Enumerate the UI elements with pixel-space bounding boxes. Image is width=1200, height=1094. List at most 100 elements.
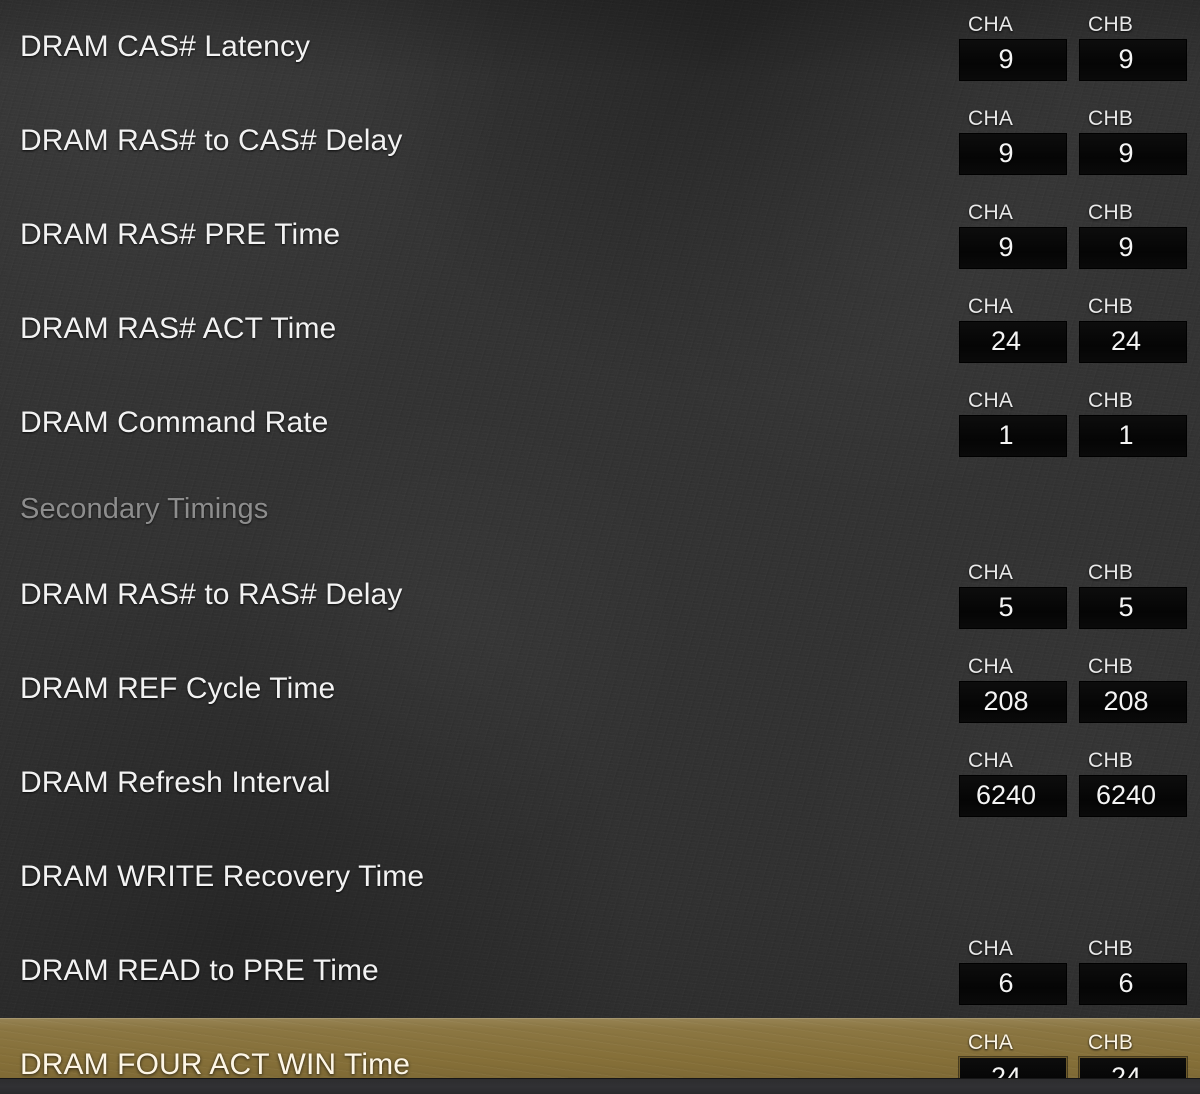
channel-a-group: CHA 208	[959, 656, 1067, 723]
channel-values: CHA 208 CHB 208	[959, 642, 1187, 736]
channel-b-label: CHB	[1088, 748, 1134, 772]
channel-values: CHA 24 CHB 24	[959, 282, 1187, 376]
channel-a-label: CHA	[968, 12, 1014, 36]
channel-a-label: CHA	[968, 936, 1014, 960]
channel-b-value-field[interactable]: 5	[1079, 586, 1187, 629]
timing-row-dram-read-to-pre-time[interactable]: DRAM READ to PRE Time CHA 6 CHB 6	[0, 924, 1200, 1018]
timing-row-dram-ras-act-time[interactable]: DRAM RAS# ACT Time CHA 24 CHB 24	[0, 282, 1200, 376]
channel-b-group: CHB 9	[1079, 108, 1187, 175]
channel-b-group: CHB 24	[1079, 296, 1187, 363]
channel-a-value: 1	[998, 420, 1014, 450]
channel-a-group: CHA 1	[959, 390, 1067, 457]
channel-a-value: 9	[998, 138, 1014, 168]
channel-a-value: 6	[998, 968, 1014, 998]
channel-b-group: CHB 9	[1079, 202, 1187, 269]
channel-b-label: CHB	[1088, 936, 1134, 960]
channel-values: CHA 9 CHB 9	[959, 94, 1187, 188]
channel-b-label: CHB	[1088, 200, 1134, 224]
timing-row-label: DRAM FOUR ACT WIN Time	[20, 1048, 410, 1081]
channel-a-label: CHA	[968, 388, 1014, 412]
channel-b-group: CHB 208	[1079, 656, 1187, 723]
channel-a-value: 5	[998, 592, 1014, 622]
channel-a-value-field[interactable]: 9	[959, 226, 1067, 269]
timing-row-label: DRAM Command Rate	[20, 406, 329, 439]
channel-values: CHA 9 CHB 9	[959, 188, 1187, 282]
channel-b-value: 208	[1103, 686, 1149, 716]
channel-a-label: CHA	[968, 200, 1014, 224]
channel-a-label: CHA	[968, 654, 1014, 678]
channel-b-group: CHB 9	[1079, 14, 1187, 81]
channel-b-label: CHB	[1088, 12, 1134, 36]
timing-row-dram-ref-cycle-time[interactable]: DRAM REF Cycle Time CHA 208 CHB 208	[0, 642, 1200, 736]
channel-a-value-field[interactable]: 5	[959, 586, 1067, 629]
channel-b-group: CHB 5	[1079, 562, 1187, 629]
channel-b-value-field[interactable]: 9	[1079, 38, 1187, 81]
timing-row-dram-refresh-interval[interactable]: DRAM Refresh Interval CHA 6240 CHB 6240	[0, 736, 1200, 830]
channel-values: CHA 6 CHB 6	[959, 924, 1187, 1018]
channel-values: CHA 5 CHB 5	[959, 548, 1187, 642]
channel-b-label: CHB	[1088, 560, 1134, 584]
channel-b-value-field[interactable]: 6	[1079, 962, 1187, 1005]
channel-a-label: CHA	[968, 560, 1014, 584]
channel-b-label: CHB	[1088, 654, 1134, 678]
channel-b-value: 6240	[1095, 780, 1157, 810]
timing-row-dram-ras-to-ras-delay[interactable]: DRAM RAS# to RAS# Delay CHA 5 CHB 5	[0, 548, 1200, 642]
timing-row-label: DRAM RAS# to RAS# Delay	[20, 578, 403, 611]
channel-b-label: CHB	[1088, 294, 1134, 318]
channel-b-value-field[interactable]: 208	[1079, 680, 1187, 723]
channel-a-value-field[interactable]: 9	[959, 38, 1067, 81]
timing-row-dram-write-recovery-time[interactable]: DRAM WRITE Recovery Time	[0, 830, 1200, 924]
panel-bottom-strip	[0, 1078, 1200, 1094]
channel-a-group: CHA 5	[959, 562, 1067, 629]
channel-b-label: CHB	[1088, 106, 1134, 130]
timing-row-dram-ras-pre-time[interactable]: DRAM RAS# PRE Time CHA 9 CHB 9	[0, 188, 1200, 282]
channel-a-value-field[interactable]: 6240	[959, 774, 1067, 817]
channel-b-label: CHB	[1088, 1030, 1134, 1054]
channel-a-group: CHA 9	[959, 202, 1067, 269]
timing-row-label: DRAM RAS# ACT Time	[20, 312, 337, 345]
channel-a-value: 6240	[975, 780, 1037, 810]
channel-a-value-field[interactable]: 1	[959, 414, 1067, 457]
timing-row-label: DRAM Refresh Interval	[20, 766, 331, 799]
channel-a-label: CHA	[968, 1030, 1014, 1054]
channel-b-value: 24	[1110, 326, 1142, 356]
channel-a-group: CHA 6	[959, 938, 1067, 1005]
channel-a-group: CHA 9	[959, 14, 1067, 81]
dram-timing-panel: DRAM CAS# Latency CHA 9 CHB 9 DRAM RAS# to CA…	[0, 0, 1200, 1094]
channel-b-value: 1	[1118, 420, 1134, 450]
channel-values: CHA 9 CHB 9	[959, 0, 1187, 94]
timing-row-label: DRAM READ to PRE Time	[20, 954, 379, 987]
channel-b-group: CHB 1	[1079, 390, 1187, 457]
channel-a-label: CHA	[968, 106, 1014, 130]
section-header-secondary-timings: Secondary Timings	[0, 470, 1200, 548]
timing-row-dram-command-rate[interactable]: DRAM Command Rate CHA 1 CHB 1	[0, 376, 1200, 470]
channel-a-group: CHA 6240	[959, 750, 1067, 817]
channel-b-value-field[interactable]: 24	[1079, 320, 1187, 363]
channel-a-label: CHA	[968, 294, 1014, 318]
channel-b-value: 9	[1118, 138, 1134, 168]
timing-row-list: DRAM CAS# Latency CHA 9 CHB 9 DRAM RAS# to CA…	[0, 0, 1200, 1094]
channel-b-value-field[interactable]: 9	[1079, 132, 1187, 175]
channel-a-group: CHA 9	[959, 108, 1067, 175]
section-header-label: Secondary Timings	[20, 492, 269, 525]
channel-a-label: CHA	[968, 748, 1014, 772]
channel-b-label: CHB	[1088, 388, 1134, 412]
channel-a-value-field[interactable]: 24	[959, 320, 1067, 363]
channel-values: CHA 1 CHB 1	[959, 376, 1187, 470]
channel-a-value-field[interactable]: 6	[959, 962, 1067, 1005]
channel-b-value-field[interactable]: 1	[1079, 414, 1187, 457]
timing-row-label: DRAM WRITE Recovery Time	[20, 860, 425, 893]
channel-a-value: 9	[998, 44, 1014, 74]
channel-a-value: 208	[983, 686, 1029, 716]
channel-b-value: 5	[1118, 592, 1134, 622]
timing-row-label: DRAM RAS# PRE Time	[20, 218, 341, 251]
timing-row-dram-ras-to-cas-delay[interactable]: DRAM RAS# to CAS# Delay CHA 9 CHB 9	[0, 94, 1200, 188]
channel-b-value: 9	[1118, 232, 1134, 262]
channel-a-value-field[interactable]: 208	[959, 680, 1067, 723]
channel-a-value-field[interactable]: 9	[959, 132, 1067, 175]
timing-row-label: DRAM CAS# Latency	[20, 30, 311, 63]
channel-b-value-field[interactable]: 9	[1079, 226, 1187, 269]
channel-b-value-field[interactable]: 6240	[1079, 774, 1187, 817]
timing-row-dram-cas-latency[interactable]: DRAM CAS# Latency CHA 9 CHB 9	[0, 0, 1200, 94]
channel-values: CHA 6240 CHB 6240	[959, 736, 1187, 830]
